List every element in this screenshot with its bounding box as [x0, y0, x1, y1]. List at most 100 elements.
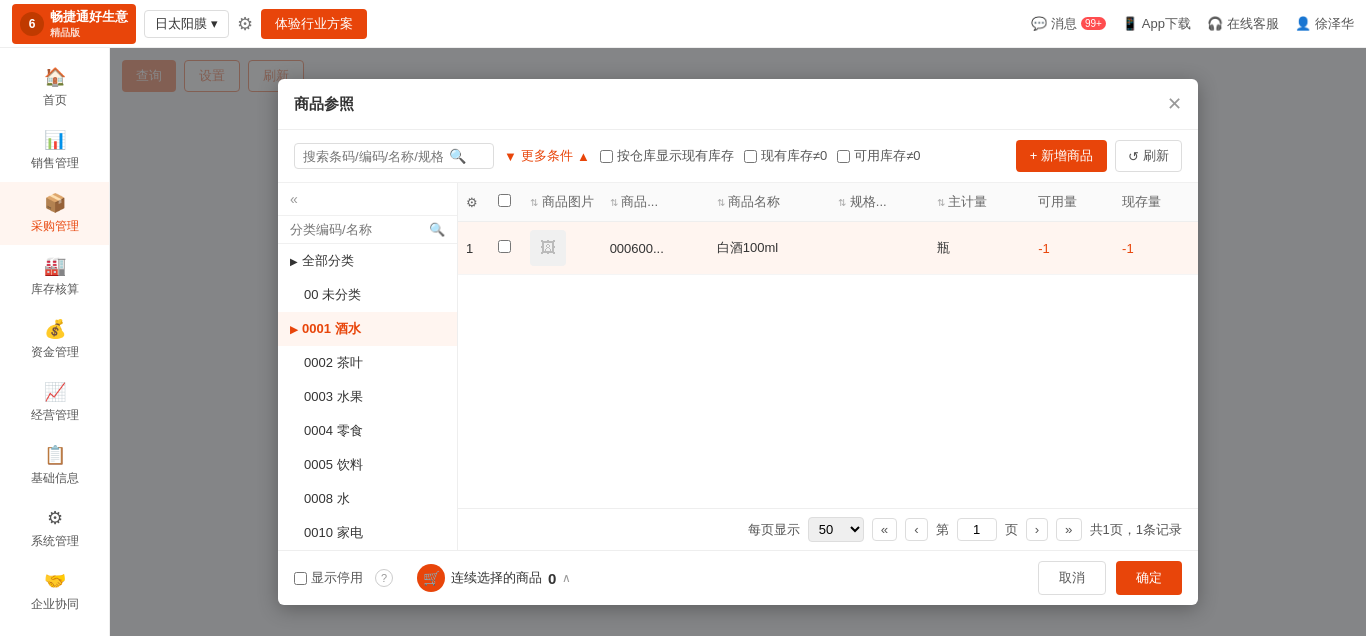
sidebar-item-operations[interactable]: 📈 经营管理	[0, 371, 109, 434]
cart-up-icon[interactable]: ∧	[562, 571, 571, 585]
sales-icon: 📊	[44, 129, 66, 151]
nav-dropdown-label: 日太阳膜	[155, 15, 207, 33]
service-item[interactable]: 🎧 在线客服	[1207, 15, 1279, 33]
settings-icon: ⚙	[466, 195, 478, 210]
cat-item-label: 0004 零食	[290, 422, 363, 440]
sidebar-item-sales[interactable]: 📊 销售管理	[0, 119, 109, 182]
cat-item-00[interactable]: 00 未分类	[278, 278, 457, 312]
sidebar-item-system[interactable]: ⚙ 系统管理	[0, 497, 109, 560]
search-input[interactable]	[303, 149, 443, 164]
cat-item-0008[interactable]: 0008 水	[278, 482, 457, 516]
td-spec	[830, 222, 928, 275]
sidebar-item-home[interactable]: 🏠 首页	[0, 56, 109, 119]
col-sort-icon: ⇅	[530, 197, 538, 208]
td-seq: 1	[458, 222, 490, 275]
checkbox-available-input[interactable]	[744, 150, 757, 163]
show-disabled-checkbox[interactable]: 显示停用	[294, 569, 363, 587]
search-box[interactable]: 🔍	[294, 143, 494, 169]
top-nav: 6 畅捷通好生意 精品版 日太阳膜 ▾ ⚙ 体验行业方案 💬 消息 99+ 📱 …	[0, 0, 1366, 48]
sidebar-item-enterprise[interactable]: 🤝 企业协同	[0, 560, 109, 623]
table-row[interactable]: 1 🖼	[458, 222, 1198, 275]
cat-item-label: 0002 茶叶	[290, 354, 363, 372]
cat-item-label: 0010 家电	[290, 524, 363, 542]
cart-count: 0	[548, 570, 556, 587]
th-available: 可用量	[1030, 183, 1114, 222]
refresh-button[interactable]: ↺ 刷新	[1115, 140, 1182, 172]
app-download-item[interactable]: 📱 App下载	[1122, 15, 1191, 33]
td-check[interactable]	[490, 222, 522, 275]
checkbox-available[interactable]: 现有库存≠0	[744, 147, 827, 165]
cat-collapse-icon[interactable]: «	[290, 191, 298, 207]
cat-item-0010[interactable]: 0010 家电	[278, 516, 457, 550]
next-page-btn[interactable]: ›	[1026, 518, 1048, 541]
col-sort-icon: ⇅	[610, 197, 618, 208]
filter-label: 更多条件	[521, 147, 573, 165]
page-input[interactable]	[957, 518, 997, 541]
add-product-button[interactable]: + 新增商品	[1016, 140, 1107, 172]
th-image-label: 商品图片	[542, 194, 594, 209]
th-spec-label: 规格...	[850, 194, 887, 209]
page-size-select[interactable]: 50 100 200	[808, 517, 864, 542]
cat-search[interactable]: 🔍	[278, 216, 457, 244]
pagination-bar: 每页显示 50 100 200 « ‹ 第 页 ›	[458, 508, 1198, 550]
system-icon: ⚙	[47, 507, 63, 529]
col-sort-icon: ⇅	[937, 197, 945, 208]
cancel-button[interactable]: 取消	[1038, 561, 1106, 595]
user-item[interactable]: 👤 徐泽华	[1295, 15, 1354, 33]
checkbox-usable-input[interactable]	[837, 150, 850, 163]
logo-text: 畅捷通好生意	[50, 8, 128, 26]
close-icon[interactable]: ✕	[1167, 93, 1182, 115]
checkbox-available-label: 现有库存≠0	[761, 147, 827, 165]
nav-right: 💬 消息 99+ 📱 App下载 🎧 在线客服 👤 徐泽华	[1031, 15, 1354, 33]
td-available: -1	[1030, 222, 1114, 275]
sidebar-item-purchase[interactable]: 📦 采购管理	[0, 182, 109, 245]
cat-item-0003[interactable]: 0003 水果	[278, 380, 457, 414]
sidebar-item-guide[interactable]: 📖 新手引导	[0, 623, 109, 636]
row-checkbox[interactable]	[498, 240, 511, 253]
filter-button[interactable]: ▼ 更多条件 ▲	[504, 147, 590, 165]
col-sort-icon: ⇅	[717, 197, 725, 208]
cat-item-0005[interactable]: 0005 饮料	[278, 448, 457, 482]
cat-item-label: 0008 水	[290, 490, 350, 508]
sidebar-item-finance[interactable]: 💰 资金管理	[0, 308, 109, 371]
confirm-button[interactable]: 确定	[1116, 561, 1182, 595]
table-header-row: ⚙ ⇅ 商品图片	[458, 183, 1198, 222]
finance-icon: 💰	[44, 318, 66, 340]
th-image: ⇅ 商品图片	[522, 183, 602, 222]
cat-item-0001[interactable]: ▶ 0001 酒水	[278, 312, 457, 346]
app-download-label: App下载	[1142, 15, 1191, 33]
prev-page-btn[interactable]: ‹	[905, 518, 927, 541]
cat-item-0004[interactable]: 0004 零食	[278, 414, 457, 448]
cat-search-input[interactable]	[290, 222, 423, 237]
inventory-icon: 🏭	[44, 255, 66, 277]
cat-item-0002[interactable]: 0002 茶叶	[278, 346, 457, 380]
sidebar-item-label: 库存核算	[31, 281, 79, 298]
home-icon: 🏠	[44, 66, 66, 88]
service-label: 在线客服	[1227, 15, 1279, 33]
help-icon[interactable]: ?	[375, 569, 393, 587]
sidebar-item-inventory[interactable]: 🏭 库存核算	[0, 245, 109, 308]
last-page-btn[interactable]: »	[1056, 518, 1081, 541]
td-unit: 瓶	[929, 222, 1031, 275]
page-word: 第	[936, 521, 949, 539]
show-disabled-label: 显示停用	[311, 569, 363, 587]
th-check[interactable]	[490, 183, 522, 222]
th-settings[interactable]: ⚙	[458, 183, 490, 222]
cart-icon[interactable]: 🛒	[417, 564, 445, 592]
cat-item-all[interactable]: ▶ 全部分类	[278, 244, 457, 278]
select-all-checkbox[interactable]	[498, 194, 511, 207]
checkbox-usable[interactable]: 可用库存≠0	[837, 147, 920, 165]
messages-item[interactable]: 💬 消息 99+	[1031, 15, 1106, 33]
sidebar-item-basic-info[interactable]: 📋 基础信息	[0, 434, 109, 497]
settings-icon[interactable]: ⚙	[237, 13, 253, 35]
nav-dropdown[interactable]: 日太阳膜 ▾	[144, 10, 229, 38]
th-name: ⇅ 商品名称	[709, 183, 830, 222]
trial-button[interactable]: 体验行业方案	[261, 9, 367, 39]
cat-sidebar-header: «	[278, 183, 457, 216]
image-icon: 🖼	[540, 239, 556, 257]
checkbox-stock-input[interactable]	[600, 150, 613, 163]
show-disabled-input[interactable]	[294, 572, 307, 585]
td-image: 🖼	[522, 222, 602, 275]
checkbox-stock[interactable]: 按仓库显示现有库存	[600, 147, 734, 165]
first-page-btn[interactable]: «	[872, 518, 897, 541]
